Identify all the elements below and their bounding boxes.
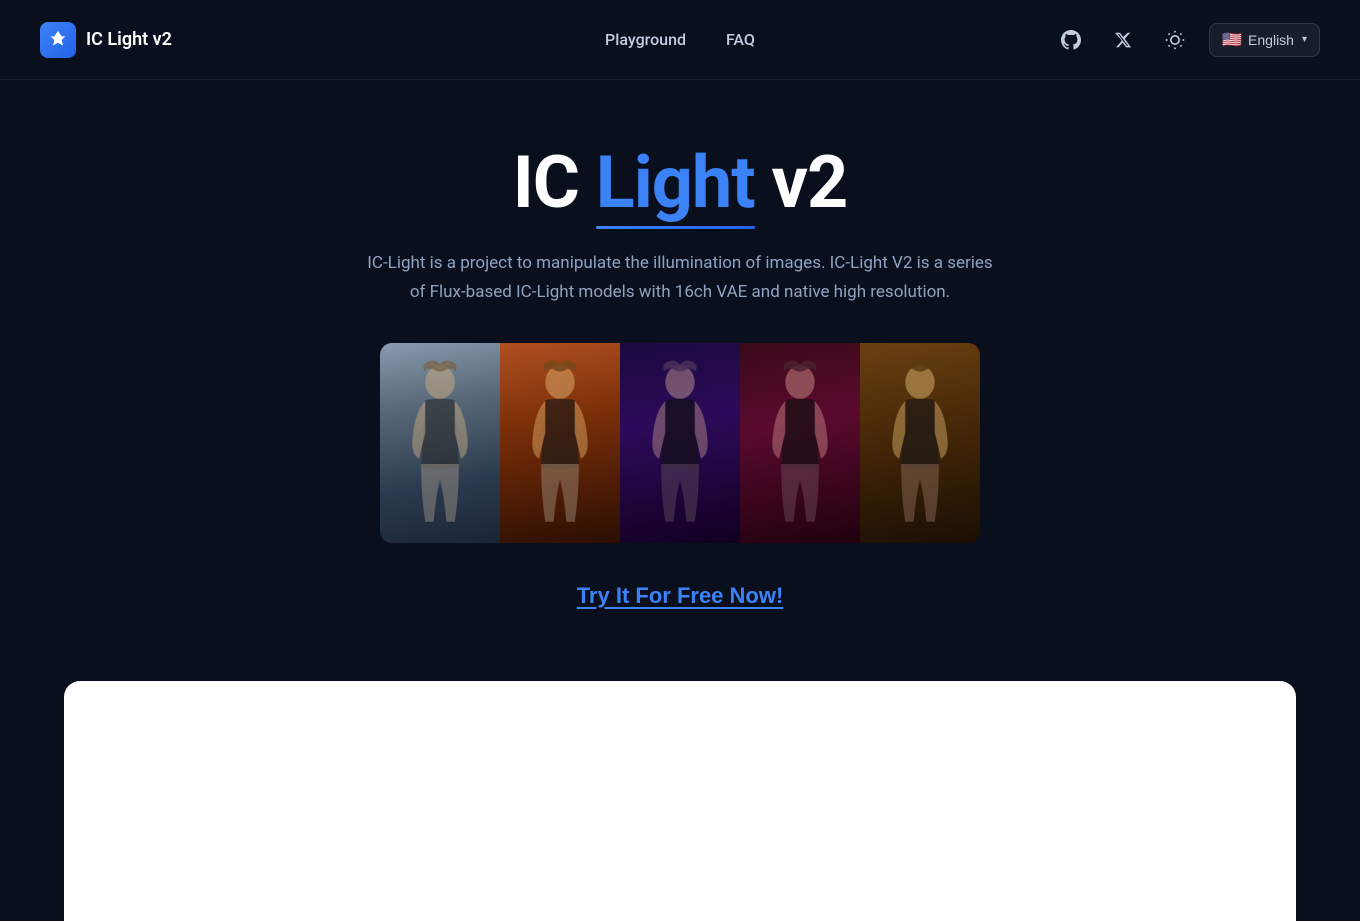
demo-image-1: [380, 343, 500, 543]
language-label: English: [1248, 32, 1294, 48]
demo-image-5: [860, 343, 980, 543]
image-strip: [380, 343, 980, 543]
hero-description: IC-Light is a project to manipulate the …: [360, 249, 1000, 307]
title-highlight: Light: [596, 140, 755, 225]
demo-image-4: [740, 343, 860, 543]
person-silhouette-1: [398, 353, 482, 533]
demo-image-2: [500, 343, 620, 543]
nav-faq[interactable]: FAQ: [726, 30, 755, 49]
hero-section: IC Light v2 IC-Light is a project to man…: [0, 80, 1360, 681]
nav-links: Playground FAQ: [605, 30, 755, 49]
title-suffix: v2: [755, 140, 848, 225]
language-selector[interactable]: 🇺🇸 English ▾: [1209, 23, 1320, 57]
person-silhouette-2: [518, 353, 602, 533]
language-flag: 🇺🇸: [1222, 30, 1242, 50]
logo-area: IC Light v2: [40, 22, 172, 58]
title-prefix: IC: [513, 140, 596, 225]
person-silhouette-4: [758, 353, 842, 533]
twitter-button[interactable]: [1105, 22, 1141, 58]
logo-icon: [40, 22, 76, 58]
navbar-right: 🇺🇸 English ▾: [1053, 22, 1320, 58]
theme-toggle-button[interactable]: [1157, 22, 1193, 58]
hero-title: IC Light v2: [513, 140, 848, 225]
cta-button[interactable]: Try It For Free Now!: [577, 583, 784, 609]
demo-image-3: [620, 343, 740, 543]
nav-playground[interactable]: Playground: [605, 30, 686, 49]
chevron-down-icon: ▾: [1302, 34, 1307, 45]
person-silhouette-5: [878, 353, 962, 533]
playground-container: [64, 681, 1296, 921]
cta-section: Try It For Free Now!: [577, 583, 784, 609]
navbar: IC Light v2 Playground FAQ: [0, 0, 1360, 80]
github-button[interactable]: [1053, 22, 1089, 58]
person-silhouette-3: [638, 353, 722, 533]
app-title: IC Light v2: [86, 29, 172, 50]
